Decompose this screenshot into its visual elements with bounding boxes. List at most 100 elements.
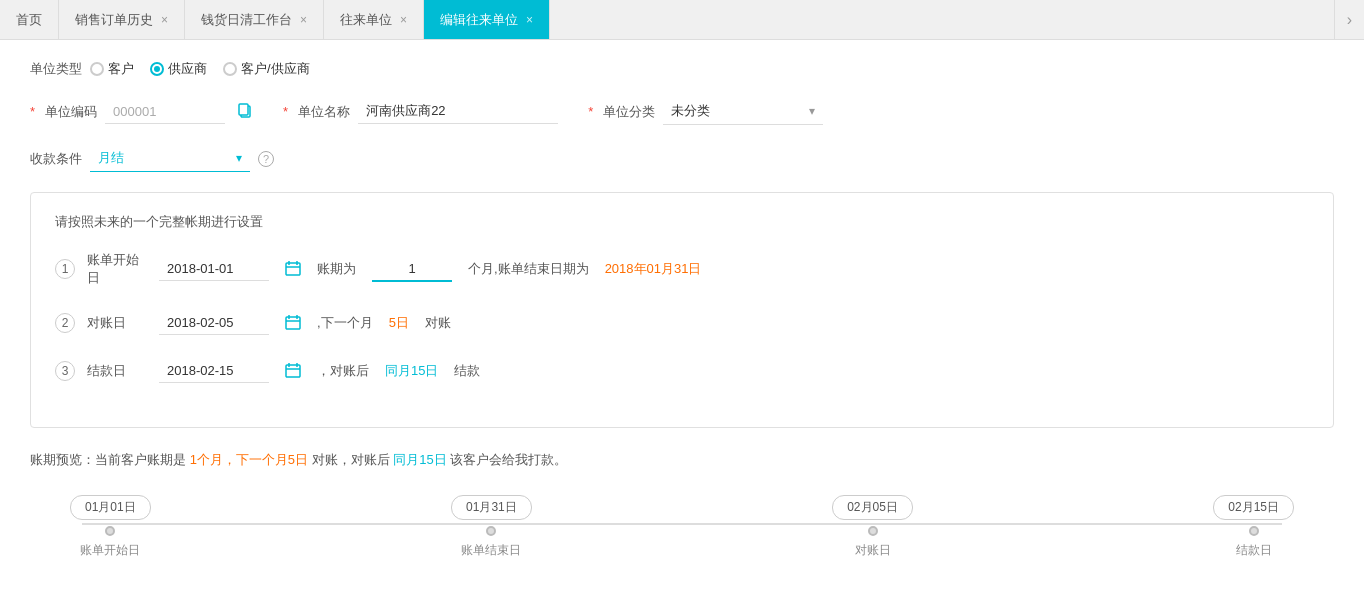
unit-code-input[interactable] — [105, 100, 225, 124]
tab-close-partner[interactable]: × — [400, 13, 407, 27]
setting-row-3: 3 结款日 ，对账后 同月15日 结款 — [55, 359, 1309, 383]
preview-reconcile: 下一个月5日 — [236, 452, 308, 467]
payment-suffix: 结款 — [454, 362, 480, 380]
row-number-3: 3 — [55, 361, 75, 381]
unit-type-label: 单位类型 — [30, 60, 82, 78]
radio-customer-label: 客户 — [108, 60, 134, 78]
timeline-dot-4 — [1249, 526, 1259, 536]
period-mid-text: 账期为 — [317, 260, 356, 278]
radio-supplier[interactable]: 供应商 — [150, 60, 207, 78]
unit-category-dropdown[interactable]: 未分类 ▾ — [663, 98, 823, 125]
code-name-category-row: * 单位编码 * 单位名称 * 单位分类 未分类 ▾ — [30, 98, 1334, 125]
reconcile-date-calendar-icon[interactable] — [285, 314, 301, 333]
tab-home[interactable]: 首页 — [0, 0, 59, 39]
timeline-point-2: 01月31日 账单结束日 — [451, 495, 532, 559]
radio-supplier-circle — [150, 62, 164, 76]
tab-close-edit-partner[interactable]: × — [526, 13, 533, 27]
tab-close-sales-history[interactable]: × — [161, 13, 168, 27]
radio-supplier-label: 供应商 — [168, 60, 207, 78]
payment-prefix: ，对账后 — [317, 362, 369, 380]
radio-both-label: 客户/供应商 — [241, 60, 310, 78]
timeline-label-2: 账单结束日 — [461, 542, 521, 559]
timeline-dot-1 — [105, 526, 115, 536]
radio-both-circle — [223, 62, 237, 76]
timeline-badge-3: 02月05日 — [832, 495, 913, 520]
payment-day: 同月15日 — [385, 362, 438, 380]
start-date-input[interactable] — [159, 257, 269, 281]
unit-name-group: * 单位名称 — [283, 100, 558, 124]
unit-name-label: 单位名称 — [298, 103, 350, 121]
tab-cash-work[interactable]: 钱货日清工作台 × — [185, 0, 324, 39]
tab-sales-history[interactable]: 销售订单历史 × — [59, 0, 185, 39]
reconcile-date-input[interactable] — [159, 311, 269, 335]
timeline-badge-4: 02月15日 — [1213, 495, 1294, 520]
timeline-point-3: 02月05日 对账日 — [832, 495, 913, 559]
main-content: 单位类型 客户 供应商 客户/供应商 * 单位编码 — [0, 40, 1364, 608]
category-required-star: * — [588, 104, 593, 119]
unit-category-label: 单位分类 — [603, 103, 655, 121]
preview-payment: 同月15日 — [393, 452, 446, 467]
name-required-star: * — [283, 104, 288, 119]
collection-dropdown-arrow: ▾ — [236, 151, 242, 165]
unit-category-value: 未分类 — [671, 102, 801, 120]
period-unit-text: 个月,账单结束日期为 — [468, 260, 589, 278]
tab-more-button[interactable]: › — [1334, 0, 1364, 39]
radio-both[interactable]: 客户/供应商 — [223, 60, 310, 78]
timeline-label-3: 对账日 — [855, 542, 891, 559]
row-label-2: 对账日 — [87, 314, 147, 332]
copy-icon[interactable] — [237, 102, 253, 121]
preview-section: 账期预览：当前客户账期是 1个月，下一个月5日 对账，对账后 同月15日 该客户… — [30, 448, 1334, 559]
svg-rect-2 — [286, 263, 300, 275]
timeline-point-1: 01月01日 账单开始日 — [70, 495, 151, 559]
svg-rect-10 — [286, 365, 300, 377]
tab-edit-partner[interactable]: 编辑往来单位 × — [424, 0, 550, 39]
timeline-dot-3 — [868, 526, 878, 536]
preview-period: 1个月， — [190, 452, 236, 467]
tab-bar: 首页 销售订单历史 × 钱货日清工作台 × 往来单位 × 编辑往来单位 × › — [0, 0, 1364, 40]
payment-date-input[interactable] — [159, 359, 269, 383]
timeline-line — [82, 523, 1282, 525]
svg-rect-6 — [286, 317, 300, 329]
unit-name-input[interactable] — [358, 100, 558, 124]
timeline-points: 01月01日 账单开始日 01月31日 账单结束日 02月05日 对账日 02月… — [70, 495, 1294, 559]
timeline-badge-1: 01月01日 — [70, 495, 151, 520]
setting-row-1: 1 账单开始日 账期为 个月,账单结束日期为 2018年01月31日 — [55, 251, 1309, 287]
unit-code-group: * 单位编码 — [30, 100, 253, 124]
timeline-point-4: 02月15日 结款日 — [1213, 495, 1294, 559]
collection-label: 收款条件 — [30, 150, 82, 168]
unit-category-group: * 单位分类 未分类 ▾ — [588, 98, 823, 125]
collection-dropdown[interactable]: 月结 ▾ — [90, 145, 250, 172]
reconcile-prefix: ,下一个月 — [317, 314, 373, 332]
preview-text: 账期预览：当前客户账期是 1个月，下一个月5日 对账，对账后 同月15日 该客户… — [30, 448, 1334, 471]
svg-rect-1 — [239, 104, 248, 115]
start-date-calendar-icon[interactable] — [285, 260, 301, 279]
end-date-text: 2018年01月31日 — [605, 260, 702, 278]
category-dropdown-arrow: ▾ — [809, 104, 815, 118]
card-title: 请按照未来的一个完整帐期进行设置 — [55, 213, 1309, 231]
payment-date-calendar-icon[interactable] — [285, 362, 301, 381]
timeline-label-1: 账单开始日 — [80, 542, 140, 559]
unit-type-group: 单位类型 客户 供应商 客户/供应商 — [30, 60, 310, 78]
radio-group: 客户 供应商 客户/供应商 — [90, 60, 310, 78]
timeline-badge-2: 01月31日 — [451, 495, 532, 520]
tab-close-cash-work[interactable]: × — [300, 13, 307, 27]
unit-type-row: 单位类型 客户 供应商 客户/供应商 — [30, 60, 1334, 78]
code-required-star: * — [30, 104, 35, 119]
collection-row: 收款条件 月结 ▾ ? — [30, 145, 1334, 172]
settings-card: 请按照未来的一个完整帐期进行设置 1 账单开始日 账期为 个月,账单结束日期为 … — [30, 192, 1334, 428]
tab-partner[interactable]: 往来单位 × — [324, 0, 424, 39]
radio-customer[interactable]: 客户 — [90, 60, 134, 78]
row-number-2: 2 — [55, 313, 75, 333]
unit-code-label: 单位编码 — [45, 103, 97, 121]
collection-group: 收款条件 月结 ▾ ? — [30, 145, 274, 172]
timeline-dot-2 — [486, 526, 496, 536]
timeline-label-4: 结款日 — [1236, 542, 1272, 559]
timeline-wrapper: 01月01日 账单开始日 01月31日 账单结束日 02月05日 对账日 02月… — [30, 495, 1334, 559]
help-icon[interactable]: ? — [258, 151, 274, 167]
row-label-1: 账单开始日 — [87, 251, 147, 287]
period-input[interactable] — [372, 257, 452, 282]
radio-customer-circle — [90, 62, 104, 76]
collection-value: 月结 — [98, 149, 228, 167]
row-label-3: 结款日 — [87, 362, 147, 380]
setting-row-2: 2 对账日 ,下一个月5日 对账 — [55, 311, 1309, 335]
